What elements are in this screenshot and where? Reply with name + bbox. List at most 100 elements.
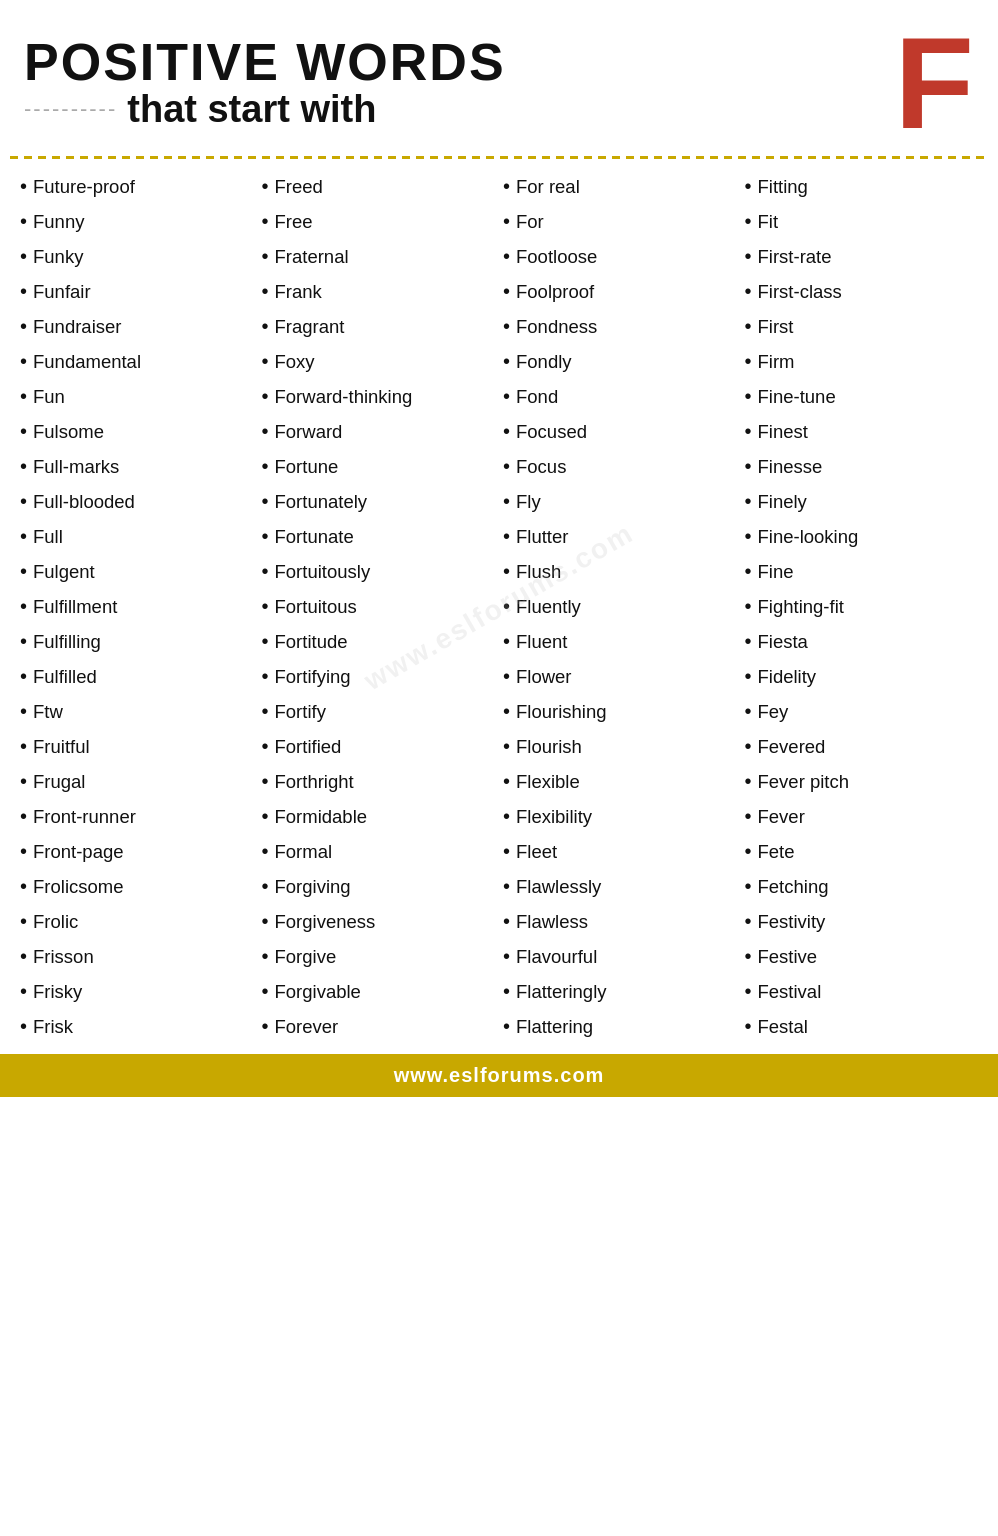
word-text: Freed — [275, 175, 323, 200]
word-text: Fruitful — [33, 735, 90, 760]
bullet-icon: • — [745, 243, 752, 270]
bullet-icon: • — [20, 838, 27, 865]
word-text: Future-proof — [33, 175, 135, 200]
bullet-icon: • — [20, 523, 27, 550]
list-item: •Fortunately — [262, 484, 496, 519]
word-text: Forgiving — [275, 875, 351, 900]
word-text: Frank — [275, 280, 322, 305]
bullet-icon: • — [20, 978, 27, 1005]
list-item: •Future-proof — [20, 169, 254, 204]
list-item: •Fortify — [262, 694, 496, 729]
bullet-icon: • — [745, 1013, 752, 1040]
word-text: Festival — [758, 980, 822, 1005]
list-item: •Full-marks — [20, 449, 254, 484]
list-item: •Frugal — [20, 764, 254, 799]
bullet-icon: • — [745, 348, 752, 375]
list-item: •Fey — [745, 694, 979, 729]
list-item: •For real — [503, 169, 737, 204]
word-text: Fondly — [516, 350, 572, 375]
bullet-icon: • — [262, 733, 269, 760]
list-item: •Frolicsome — [20, 869, 254, 904]
word-text: Formal — [275, 840, 333, 865]
word-text: Fulsome — [33, 420, 104, 445]
word-text: Fondness — [516, 315, 597, 340]
list-item: •Front-runner — [20, 799, 254, 834]
word-text: Fortified — [275, 735, 342, 760]
list-item: •Fighting-fit — [745, 589, 979, 624]
bullet-icon: • — [20, 663, 27, 690]
bullet-icon: • — [20, 208, 27, 235]
list-item: •Fortified — [262, 729, 496, 764]
bullet-icon: • — [262, 313, 269, 340]
bullet-icon: • — [503, 278, 510, 305]
bullet-icon: • — [745, 733, 752, 760]
list-item: •Festive — [745, 939, 979, 974]
word-text: Fulfilled — [33, 665, 97, 690]
bullet-icon: • — [20, 348, 27, 375]
word-text: For — [516, 210, 544, 235]
bullet-icon: • — [262, 488, 269, 515]
word-text: Flattering — [516, 1015, 593, 1040]
bullet-icon: • — [262, 873, 269, 900]
word-text: Fine — [758, 560, 794, 585]
bullet-icon: • — [745, 453, 752, 480]
list-item: •Fortitude — [262, 624, 496, 659]
bullet-icon: • — [20, 873, 27, 900]
bullet-icon: • — [262, 278, 269, 305]
bullet-icon: • — [262, 453, 269, 480]
bullet-icon: • — [503, 173, 510, 200]
list-item: •Finest — [745, 414, 979, 449]
list-item: •Formal — [262, 834, 496, 869]
list-item: •Foolproof — [503, 274, 737, 309]
list-item: •Flawlessly — [503, 869, 737, 904]
bullet-icon: • — [262, 593, 269, 620]
list-item: •Fulfilling — [20, 624, 254, 659]
word-text: Fete — [758, 840, 795, 865]
list-item: •For — [503, 204, 737, 239]
list-item: •Fiesta — [745, 624, 979, 659]
word-text: Fetching — [758, 875, 829, 900]
word-text: Flawless — [516, 910, 588, 935]
list-item: •Free — [262, 204, 496, 239]
word-text: Full-blooded — [33, 490, 135, 515]
word-text: Ftw — [33, 700, 63, 725]
bullet-icon: • — [503, 348, 510, 375]
word-text: Fulgent — [33, 560, 95, 585]
word-text: Foxy — [275, 350, 315, 375]
word-text: Focus — [516, 455, 566, 480]
bullet-icon: • — [20, 628, 27, 655]
word-text: Flatteringly — [516, 980, 606, 1005]
word-text: Funny — [33, 210, 84, 235]
list-item: •Flourishing — [503, 694, 737, 729]
bullet-icon: • — [20, 698, 27, 725]
list-item: •Fevered — [745, 729, 979, 764]
list-item: •Finely — [745, 484, 979, 519]
bullet-icon: • — [745, 873, 752, 900]
list-item: •Festal — [745, 1009, 979, 1044]
bullet-icon: • — [745, 943, 752, 970]
word-text: Fundamental — [33, 350, 141, 375]
list-item: •Fondness — [503, 309, 737, 344]
word-text: Frisk — [33, 1015, 73, 1040]
word-text: Fortitude — [275, 630, 348, 655]
bullet-icon: • — [262, 803, 269, 830]
bullet-icon: • — [503, 523, 510, 550]
bullet-icon: • — [745, 173, 752, 200]
bullet-icon: • — [262, 383, 269, 410]
bullet-icon: • — [262, 978, 269, 1005]
bullet-icon: • — [503, 803, 510, 830]
word-text: Footloose — [516, 245, 597, 270]
list-item: •Flattering — [503, 1009, 737, 1044]
word-text: For real — [516, 175, 580, 200]
word-text: Festal — [758, 1015, 808, 1040]
bullet-icon: • — [503, 733, 510, 760]
list-item: •Fine — [745, 554, 979, 589]
list-item: •Footloose — [503, 239, 737, 274]
bullet-icon: • — [745, 278, 752, 305]
title-that: ---------- that start with — [24, 88, 506, 131]
list-item: •Fragrant — [262, 309, 496, 344]
list-item: •First-rate — [745, 239, 979, 274]
list-item: •Fortunate — [262, 519, 496, 554]
column-4: •Fitting•Fit•First-rate•First-class•Firs… — [741, 169, 983, 1044]
list-item: •Flavourful — [503, 939, 737, 974]
